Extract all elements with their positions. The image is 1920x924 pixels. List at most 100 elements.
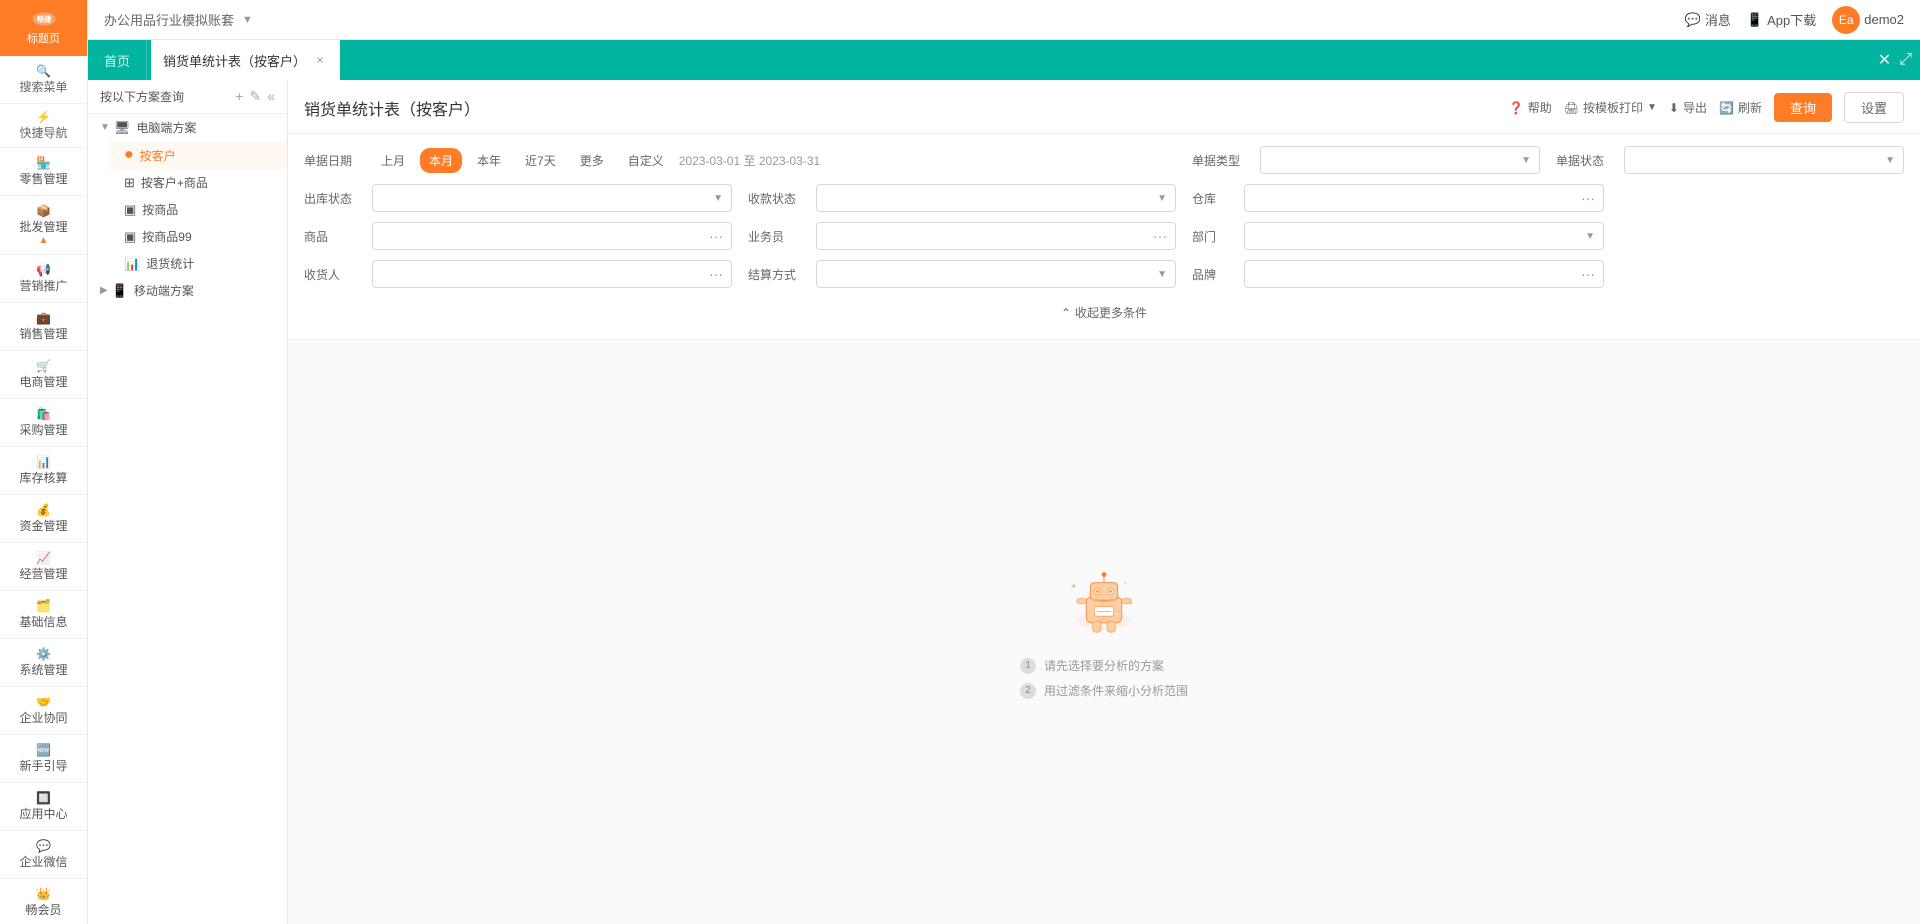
date-btn-7days[interactable]: 近7天 xyxy=(516,148,565,173)
brand-dots[interactable]: ··· xyxy=(1581,266,1595,282)
help-btn[interactable]: ❓ 帮助 xyxy=(1509,99,1552,116)
tree-group-mobile[interactable]: ▶ 📱 移动端方案 xyxy=(88,277,287,304)
warehouse-dots[interactable]: ··· xyxy=(1581,190,1595,206)
sidebar-operations-label: 经营管理 xyxy=(19,565,67,582)
doc-status-label: 单据状态 xyxy=(1556,152,1608,169)
tip-num-2: 2 xyxy=(1020,683,1036,699)
sidebar-sales-label: 销售管理 xyxy=(19,325,67,342)
date-btn-this-year[interactable]: 本年 xyxy=(468,148,510,173)
sidebar-item-retail[interactable]: 🏪 零售管理 xyxy=(0,148,87,196)
goods-dots[interactable]: ··· xyxy=(709,228,723,244)
date-btn-last-month[interactable]: 上月 xyxy=(372,148,414,173)
right-panel: 销货单统计表（按客户） ❓ 帮助 🖨 按模板打印 ▼ ⬇ xyxy=(288,80,1920,924)
left-panel-actions: + ✎ « xyxy=(235,88,275,105)
doc-type-label: 单据类型 xyxy=(1192,152,1244,169)
chevron-down-icon[interactable]: ▼ xyxy=(242,14,253,26)
sidebar-item-finance[interactable]: 💰 资金管理 xyxy=(0,495,87,543)
user-btn[interactable]: Ea demo2 xyxy=(1832,6,1904,34)
scheme-add-btn[interactable]: + xyxy=(235,88,243,105)
tree-item-goods[interactable]: ▣ 按商品 xyxy=(108,196,287,223)
date-label: 单据日期 xyxy=(304,152,356,169)
tree-item-returns[interactable]: 📊 退货统计 xyxy=(108,250,287,277)
recipient-dots[interactable]: ··· xyxy=(709,266,723,282)
doc-type-select[interactable]: ▼ xyxy=(1260,146,1540,174)
tree-item-goods99-label: 按商品99 xyxy=(142,228,191,245)
apps-icon: 🔲 xyxy=(36,791,51,805)
tab-sales-stat[interactable]: 销货单统计表（按客户） × xyxy=(151,40,340,80)
operations-icon: 📈 xyxy=(36,551,51,565)
sidebar-item-purchase[interactable]: 🛍️ 采购管理 xyxy=(0,399,87,447)
query-label: 查询 xyxy=(1790,101,1816,116)
sidebar-search-btn[interactable]: 🔍 搜索菜单 xyxy=(0,56,87,104)
tab-close-btn[interactable]: × xyxy=(312,52,328,68)
query-btn[interactable]: 查询 xyxy=(1774,93,1832,122)
salesperson-dots[interactable]: ··· xyxy=(1153,228,1167,244)
refresh-icon: 🔄 xyxy=(1719,101,1734,115)
help-icon: ❓ xyxy=(1509,101,1524,115)
sidebar-item-cooperation[interactable]: 🤝 企业协同 xyxy=(0,687,87,735)
data-area: ✦ ✦ ✦ 1 请先选择要分析的方案 2 用过滤条件来缩小分析范围 xyxy=(288,340,1920,924)
finance-icon: 💰 xyxy=(36,503,51,517)
sidebar-item-wechat[interactable]: 💬 企业微信 xyxy=(0,831,87,879)
tree-group-desktop[interactable]: ▼ 🖥 电脑端方案 xyxy=(88,114,287,141)
settings-btn[interactable]: 设置 xyxy=(1844,92,1904,123)
export-btn[interactable]: ⬇ 导出 xyxy=(1669,99,1707,116)
filter-row-3: 商品 ··· 业务员 ··· 部门 ▼ xyxy=(304,222,1904,250)
sidebar-search-label: 搜索菜单 xyxy=(19,78,67,95)
mobile-icon: 📱 xyxy=(112,283,128,299)
sidebar-item-sales[interactable]: 💼 销售管理 xyxy=(0,303,87,351)
brand-select[interactable]: ··· xyxy=(1244,260,1604,288)
message-btn[interactable]: 💬 消息 xyxy=(1685,10,1731,29)
settlement-select[interactable]: ▼ xyxy=(816,260,1176,288)
payment-label: 收款状态 xyxy=(748,190,800,207)
tree-item-goods99[interactable]: ▣ 按商品99 xyxy=(108,223,287,250)
tree-desktop-children: ● 按客户 ⊞ 按客户+商品 ▣ 按商品 xyxy=(88,141,287,277)
tab-home[interactable]: 首页 xyxy=(88,40,147,80)
payment-select[interactable]: ▼ xyxy=(816,184,1176,212)
window-close-btn[interactable]: ✕ xyxy=(1878,50,1891,70)
recipient-select[interactable]: ··· xyxy=(372,260,732,288)
date-btn-custom[interactable]: 自定义 xyxy=(619,148,673,173)
scheme-edit-btn[interactable]: ✎ xyxy=(249,88,261,105)
chevron-up-icon: ▲ xyxy=(39,235,49,246)
sidebar-item-guide[interactable]: 🆕 新手引导 xyxy=(0,735,87,783)
tree-item-returns-label: 退货统计 xyxy=(146,255,194,272)
recipient-label: 收货人 xyxy=(304,266,356,283)
tree-item-customer-goods-label: 按客户+商品 xyxy=(141,174,208,191)
sidebar-item-inventory[interactable]: 📊 库存核算 xyxy=(0,447,87,495)
date-btn-more[interactable]: 更多 xyxy=(571,148,613,173)
sidebar-wholesale-label: 批发管理 xyxy=(19,218,67,235)
tree-item-customer-goods[interactable]: ⊞ 按客户+商品 xyxy=(108,169,287,196)
person-icon: ● xyxy=(124,146,134,164)
message-label: 消息 xyxy=(1705,10,1731,29)
sales-icon: 💼 xyxy=(36,311,51,325)
goods-select[interactable]: ··· xyxy=(372,222,732,250)
collapse-label: 收起更多条件 xyxy=(1075,304,1147,321)
tree-item-customer[interactable]: ● 按客户 xyxy=(108,141,287,169)
sidebar-item-member[interactable]: 👑 畅会员 xyxy=(0,879,87,924)
scheme-collapse-btn[interactable]: « xyxy=(267,88,275,105)
sidebar-item-operations[interactable]: 📈 经营管理 xyxy=(0,543,87,591)
app-download-btn[interactable]: 📱 App下载 xyxy=(1747,10,1816,29)
collapse-btn[interactable]: ⌃ 收起更多条件 xyxy=(304,298,1904,327)
window-expand-btn[interactable]: ⤢ xyxy=(1899,51,1912,69)
sidebar-quick-nav[interactable]: ⚡ 快捷导航 xyxy=(0,104,87,148)
department-select[interactable]: ▼ xyxy=(1244,222,1604,250)
tree-item-customer-label: 按客户 xyxy=(140,147,176,164)
warehouse-select[interactable]: ··· xyxy=(1244,184,1604,212)
refresh-btn[interactable]: 🔄 刷新 xyxy=(1719,99,1762,116)
sidebar-item-marketing[interactable]: 📢 营销推广 xyxy=(0,255,87,303)
app-download-label: App下载 xyxy=(1767,10,1816,29)
doc-status-select[interactable]: ▼ xyxy=(1624,146,1904,174)
date-btn-this-month[interactable]: 本月 xyxy=(420,148,462,173)
sidebar-item-ecommerce[interactable]: 🛒 电商管理 xyxy=(0,351,87,399)
sidebar-item-basic[interactable]: 🗂️ 基础信息 xyxy=(0,591,87,639)
outbound-select[interactable]: ▼ xyxy=(372,184,732,212)
print-btn[interactable]: 🖨 按模板打印 ▼ xyxy=(1564,99,1657,116)
filter-row-1: 单据日期 上月 本月 本年 近7天 更多 自定义 2023-03-01 至 20… xyxy=(304,146,1904,174)
salesperson-select[interactable]: ··· xyxy=(816,222,1176,250)
sidebar-item-apps[interactable]: 🔲 应用中心 xyxy=(0,783,87,831)
sidebar-item-system[interactable]: ⚙️ 系统管理 xyxy=(0,639,87,687)
sidebar-item-wholesale[interactable]: 📦 批发管理 ▲ xyxy=(0,196,87,255)
svg-text:✦: ✦ xyxy=(1123,581,1127,587)
